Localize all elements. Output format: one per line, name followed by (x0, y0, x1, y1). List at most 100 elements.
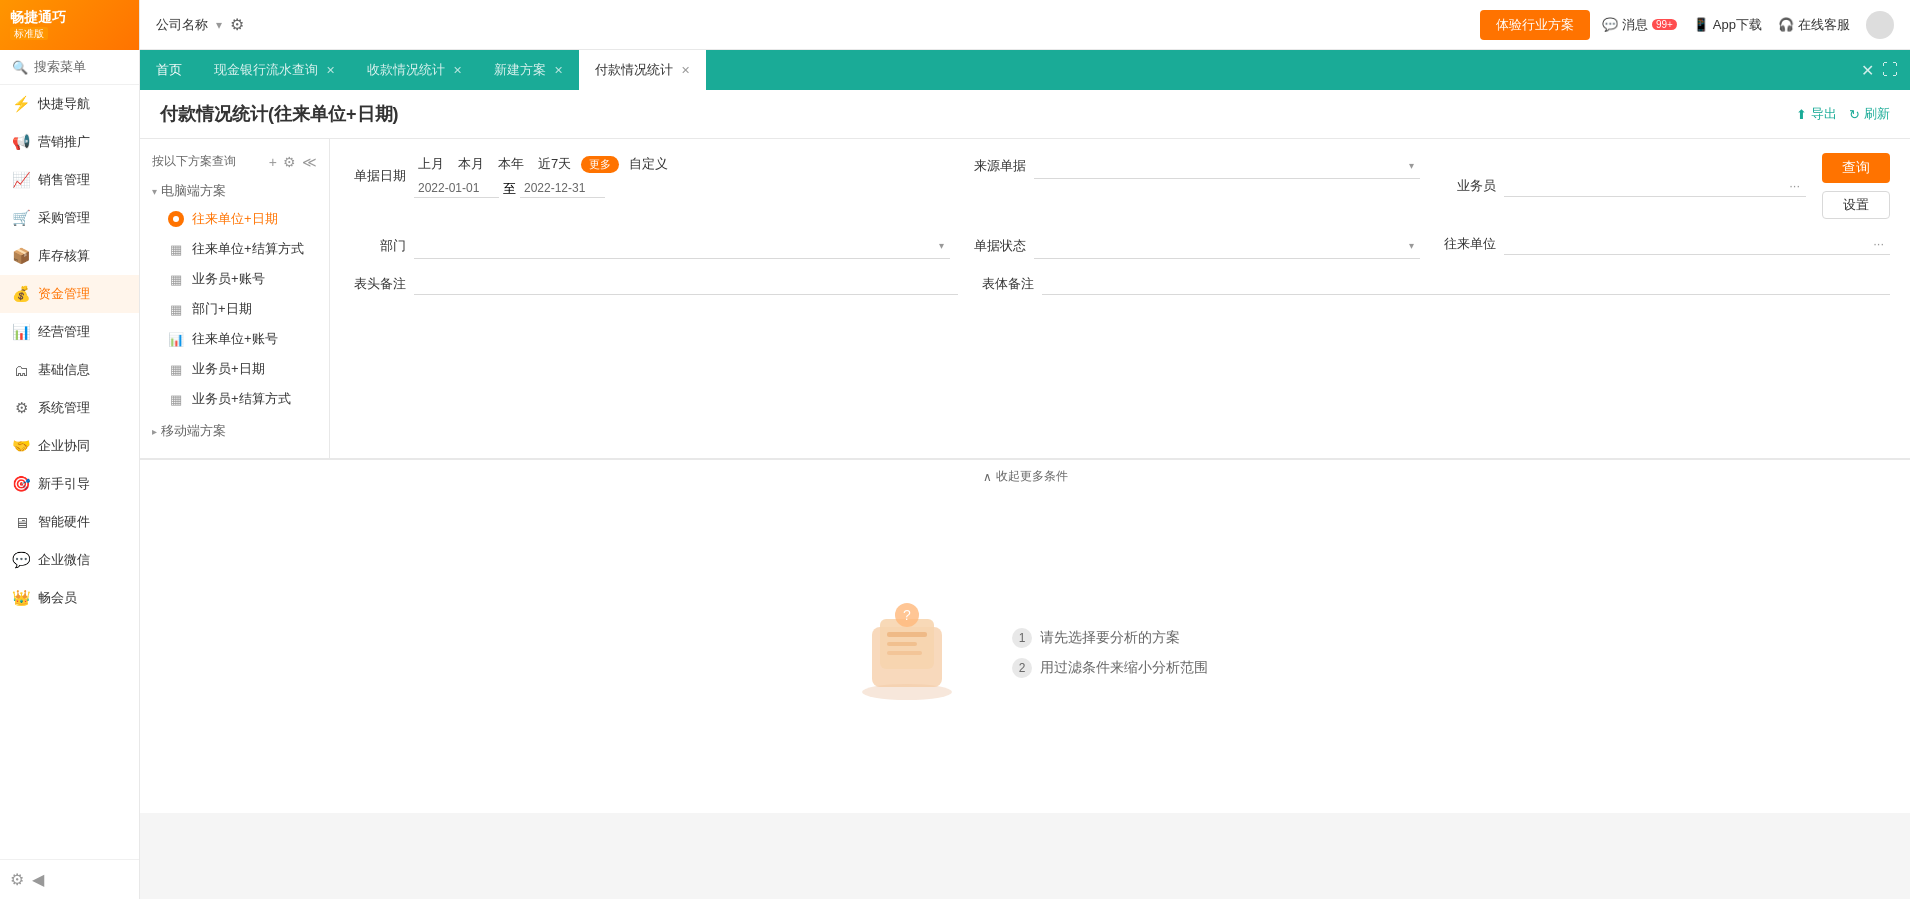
tab-bank-flow[interactable]: 现金银行流水查询✕ (198, 50, 351, 90)
member-icon: 👑 (12, 589, 30, 607)
last-month-btn[interactable]: 上月 (414, 153, 448, 175)
hint-num-2: 2 (1012, 658, 1032, 678)
sidebar-item-marketing[interactable]: 📢 营销推广 (0, 123, 139, 161)
sidebar-item-wechat[interactable]: 💬 企业微信 (0, 541, 139, 579)
tab-close-payment-stat[interactable]: ✕ (453, 64, 462, 77)
scheme-item-dept-date[interactable]: ▦部门+日期 (140, 294, 329, 324)
dept-select[interactable]: ▾ (414, 233, 950, 259)
settings-icon[interactable]: ⚙ (10, 870, 24, 889)
scheme-item-staff-date[interactable]: ▦业务员+日期 (140, 354, 329, 384)
scheme-collapse-icon[interactable]: ≪ (302, 154, 317, 170)
empty-hint-1: 1 请先选择要分析的方案 (1012, 628, 1208, 648)
marketing-icon: 📢 (12, 133, 30, 151)
source-arrow-icon: ▾ (1409, 160, 1414, 171)
scheme-items-pc: 往来单位+日期▦往来单位+结算方式▦业务员+账号▦部门+日期📊往来单位+账号▦业… (140, 204, 329, 414)
refresh-icon: ↻ (1849, 107, 1860, 122)
sidebar-search[interactable]: 🔍 搜索菜单 (0, 50, 139, 85)
scheme-group-mobile: ▸ 移动端方案 (140, 418, 329, 444)
scheme-label-staff-account: 业务员+账号 (192, 270, 265, 288)
close-all-icon[interactable]: ✕ (1861, 61, 1874, 80)
svg-rect-3 (887, 632, 927, 637)
tabbar: 首页现金银行流水查询✕收款情况统计✕新建方案✕付款情况统计✕ ✕ ⛶ (140, 50, 1910, 90)
sidebar-label-quick-nav: 快捷导航 (38, 95, 90, 113)
notification-item[interactable]: 💬 消息 99+ (1602, 16, 1677, 34)
last-7days-btn[interactable]: 近7天 (534, 153, 575, 175)
tab-payment-stat2[interactable]: 付款情况统计✕ (579, 50, 706, 90)
scheme-item-partner-date[interactable]: 往来单位+日期 (140, 204, 329, 234)
refresh-button[interactable]: ↻ 刷新 (1849, 105, 1890, 123)
enterprise-icon: 🤝 (12, 437, 30, 455)
partner-label: 往来单位 (1440, 235, 1496, 253)
sidebar-item-finance[interactable]: 💰 资金管理 (0, 275, 139, 313)
sidebar-item-quick-nav[interactable]: ⚡ 快捷导航 (0, 85, 139, 123)
scheme-icon-staff-settle: ▦ (168, 391, 184, 407)
dropdown-arrow-icon[interactable]: ▾ (216, 18, 222, 32)
sales-icon: 📈 (12, 171, 30, 189)
export-button[interactable]: ⬆ 导出 (1796, 105, 1837, 123)
online-service-item[interactable]: 🎧 在线客服 (1778, 16, 1850, 34)
source-select[interactable]: ▾ (1034, 153, 1420, 179)
logo: 畅捷通巧 标准版 (10, 9, 66, 41)
collapse-button[interactable]: ∧ 收起更多条件 (983, 468, 1068, 485)
query-button[interactable]: 查询 (1822, 153, 1890, 183)
sidebar-item-ops[interactable]: 📊 经营管理 (0, 313, 139, 351)
trial-button[interactable]: 体验行业方案 (1480, 10, 1590, 40)
tab-close-payment-stat2[interactable]: ✕ (681, 64, 690, 77)
sidebar-label-base: 基础信息 (38, 361, 90, 379)
sidebar-item-system[interactable]: ⚙ 系统管理 (0, 389, 139, 427)
topbar-gear-icon[interactable]: ⚙ (230, 15, 244, 34)
scheme-icon-dept-date: ▦ (168, 301, 184, 317)
empty-hints: 1 请先选择要分析的方案 2 用过滤条件来缩小分析范围 (1012, 628, 1208, 678)
scheme-icon-partner-account: 📊 (168, 331, 184, 347)
more-date-btn[interactable]: 更多 (581, 156, 619, 173)
scheme-group-header-pc[interactable]: ▾ 电脑端方案 (140, 178, 329, 204)
partner-dots[interactable]: ··· (1873, 236, 1884, 251)
header-remark-input[interactable] (414, 273, 958, 295)
app-download-item[interactable]: 📱 App下载 (1693, 16, 1762, 34)
sidebar-label-system: 系统管理 (38, 399, 90, 417)
tab-new-scheme[interactable]: 新建方案✕ (478, 50, 579, 90)
date-end-input[interactable] (520, 179, 605, 198)
sidebar-items: ⚡ 快捷导航 📢 营销推广 📈 销售管理 🛒 采购管理 📦 库存核算 💰 资金管… (0, 85, 139, 617)
scheme-settings-icon[interactable]: ⚙ (283, 154, 296, 170)
sidebar-label-hardware: 智能硬件 (38, 513, 90, 531)
body-remark-input[interactable] (1042, 273, 1890, 295)
staff-select[interactable]: ··· (1504, 175, 1806, 197)
avatar[interactable] (1866, 11, 1894, 39)
date-start-input[interactable] (414, 179, 499, 198)
sidebar-search-label: 搜索菜单 (34, 58, 86, 76)
scheme-item-staff-settle[interactable]: ▦业务员+结算方式 (140, 384, 329, 414)
scheme-item-partner-account[interactable]: 📊往来单位+账号 (140, 324, 329, 354)
sidebar-item-base[interactable]: 🗂 基础信息 (0, 351, 139, 389)
scheme-item-partner-settle[interactable]: ▦往来单位+结算方式 (140, 234, 329, 264)
tab-home[interactable]: 首页 (140, 50, 198, 90)
sidebar-item-purchase[interactable]: 🛒 采购管理 (0, 199, 139, 237)
purchase-icon: 🛒 (12, 209, 30, 227)
sidebar-item-enterprise[interactable]: 🤝 企业协同 (0, 427, 139, 465)
svg-rect-5 (887, 651, 922, 655)
tab-close-new-scheme[interactable]: ✕ (554, 64, 563, 77)
sidebar-item-sales[interactable]: 📈 销售管理 (0, 161, 139, 199)
custom-date-btn[interactable]: 自定义 (625, 153, 672, 175)
scheme-group-header-mobile[interactable]: ▸ 移动端方案 (140, 418, 329, 444)
scheme-item-staff-account[interactable]: ▦业务员+账号 (140, 264, 329, 294)
sidebar-label-marketing: 营销推广 (38, 133, 90, 151)
staff-dots[interactable]: ··· (1789, 178, 1800, 193)
ops-icon: 📊 (12, 323, 30, 341)
sidebar-item-guide[interactable]: 🎯 新手引导 (0, 465, 139, 503)
partner-select[interactable]: ··· (1504, 233, 1890, 255)
query-settings-button[interactable]: 设置 (1822, 191, 1890, 219)
add-scheme-icon[interactable]: + (269, 154, 277, 170)
this-year-btn[interactable]: 本年 (494, 153, 528, 175)
sidebar-item-inventory[interactable]: 📦 库存核算 (0, 237, 139, 275)
expand-icon[interactable]: ⛶ (1882, 61, 1898, 79)
sidebar-item-hardware[interactable]: 🖥 智能硬件 (0, 503, 139, 541)
tabs-container: 首页现金银行流水查询✕收款情况统计✕新建方案✕付款情况统计✕ (140, 50, 706, 90)
this-month-btn[interactable]: 本月 (454, 153, 488, 175)
tab-payment-stat[interactable]: 收款情况统计✕ (351, 50, 478, 90)
query-form: 单据日期 上月 本月 本年 近7天 更多 自定义 (330, 139, 1910, 458)
collapse-icon[interactable]: ◀ (32, 870, 44, 889)
voucher-status-select[interactable]: ▾ (1034, 233, 1420, 259)
tab-close-bank-flow[interactable]: ✕ (326, 64, 335, 77)
sidebar-item-member[interactable]: 👑 畅会员 (0, 579, 139, 617)
